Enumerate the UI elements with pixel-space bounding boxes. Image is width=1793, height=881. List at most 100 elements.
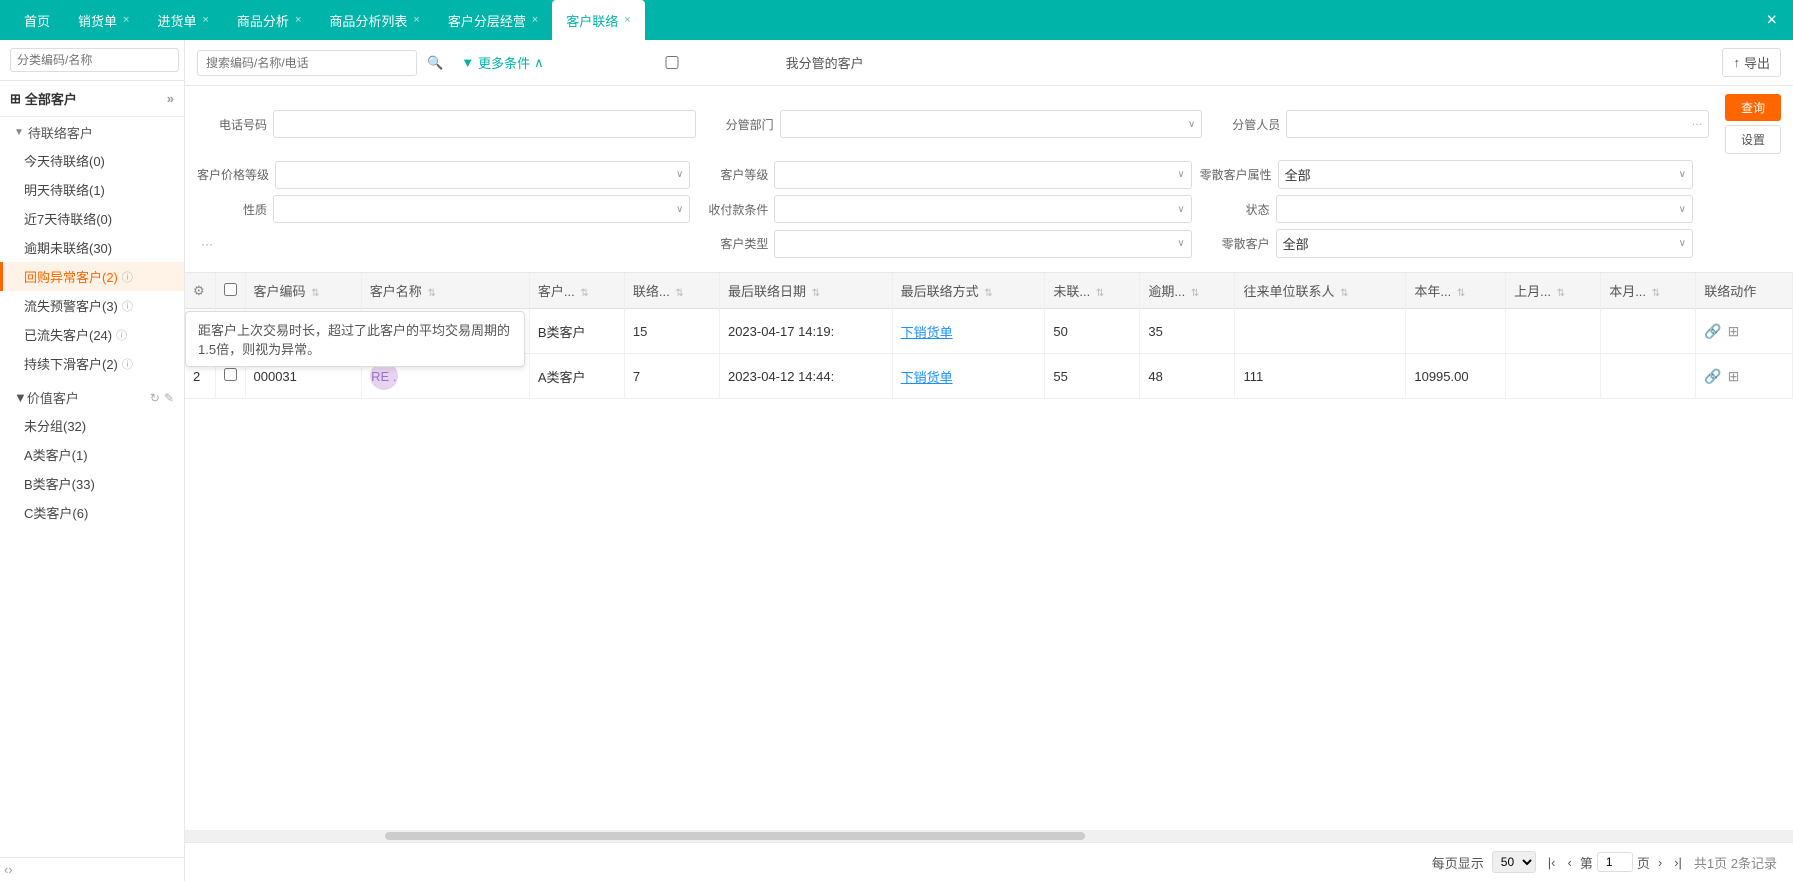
nav-sales-order[interactable]: 销货单 × — [64, 0, 143, 40]
close-purchase-order-icon[interactable]: × — [202, 14, 208, 26]
sidebar-item-b-class[interactable]: B类客户(33) — [0, 469, 184, 498]
nav-product-analysis-list[interactable]: 商品分析列表 × — [315, 0, 433, 40]
sidebar-group-value-customers[interactable]: ▼ 价值客户 ↻ ✎ — [0, 382, 184, 411]
sidebar-all-customers-header[interactable]: ⊞ 全部客户 » — [0, 81, 184, 117]
value-group-refresh-icon[interactable]: ↻ — [150, 391, 160, 405]
table-settings-icon[interactable]: ⚙ — [193, 283, 205, 298]
more-conditions-button[interactable]: ▼ 更多条件 ∧ — [453, 49, 551, 76]
phone-input[interactable] — [273, 110, 696, 138]
sidebar-item-tomorrow-pending[interactable]: 明天待联络(1) — [0, 175, 184, 204]
sidebar-item-unclassified[interactable]: 未分组(32) — [0, 411, 184, 440]
search-button-icon[interactable]: 🔍 — [427, 55, 443, 71]
next-page-button[interactable]: › — [1654, 853, 1666, 872]
search-input[interactable] — [197, 50, 417, 76]
repurchase-abnormal-info-icon[interactable]: ⓘ — [122, 269, 133, 285]
row2-grid-icon[interactable]: ⊞ — [1728, 368, 1740, 385]
sidebar-right-nav-button[interactable]: › — [8, 862, 12, 877]
row1-grid-icon[interactable]: ⊞ — [1728, 323, 1740, 340]
sidebar: 🔍 ⊞ 全部客户 » ▼ 待联络客户 今天待联络(0) 明天待联络(1) 近7天… — [0, 40, 185, 881]
filter-cell-status: 状态 ∨ — [1200, 195, 1693, 223]
row1-last-method: 下销货单 — [892, 309, 1045, 354]
filter-actions: 查询 设置 — [1725, 94, 1781, 154]
scrollbar-thumb[interactable] — [385, 832, 1085, 840]
sort-last-method-icon[interactable]: ⇅ — [984, 288, 992, 299]
sort-unread-icon[interactable]: ⇅ — [1096, 288, 1104, 299]
nav-product-analysis[interactable]: 商品分析 × — [223, 0, 315, 40]
more-filters-dots[interactable]: ··· — [201, 237, 213, 251]
sort-last-date-icon[interactable]: ⇅ — [812, 288, 820, 299]
sidebar-item-c-class[interactable]: C类客户(6) — [0, 498, 184, 527]
sort-contacts-icon[interactable]: ⇅ — [1340, 288, 1348, 299]
per-page-select[interactable]: 50 — [1492, 851, 1536, 873]
nav-purchase-order[interactable]: 进货单 × — [143, 0, 222, 40]
manager-input[interactable]: ··· — [1286, 110, 1709, 138]
payment-select[interactable]: ∨ — [774, 195, 1191, 223]
row2-link-icon[interactable]: 🔗 — [1704, 368, 1721, 385]
nav-customer-tier[interactable]: 客户分层经营 × — [434, 0, 552, 40]
sort-this-month-icon[interactable]: ⇅ — [1652, 288, 1660, 299]
filter-icon: ▼ — [461, 55, 474, 70]
retail-attr-select[interactable]: 全部 ∨ — [1278, 160, 1693, 189]
row1-link-icon[interactable]: 🔗 — [1704, 323, 1721, 340]
prev-page-button[interactable]: ‹ — [1563, 853, 1575, 872]
select-all-checkbox[interactable] — [224, 283, 237, 296]
col-last-month: 上月... ⇅ — [1506, 273, 1601, 309]
sort-contact-count-icon[interactable]: ⇅ — [675, 288, 683, 299]
sort-code-icon[interactable]: ⇅ — [311, 288, 319, 299]
customer-level-select[interactable]: ∨ — [774, 161, 1191, 189]
price-level-select[interactable]: ∨ — [275, 161, 690, 189]
declining-info-icon[interactable]: ⓘ — [122, 356, 133, 372]
row2-select-checkbox[interactable] — [224, 368, 237, 381]
horizontal-scrollbar[interactable] — [185, 830, 1793, 842]
first-page-button[interactable]: |‹ — [1544, 853, 1560, 872]
customer-type-select[interactable]: ∨ — [774, 230, 1191, 258]
retail-customer-select[interactable]: 全部 ∨ — [1276, 229, 1693, 258]
page-number-input[interactable] — [1597, 852, 1633, 872]
col-last-method: 最后联络方式 ⇅ — [892, 273, 1045, 309]
sidebar-collapse-icon[interactable]: » — [167, 91, 174, 106]
status-select[interactable]: ∨ — [1276, 195, 1693, 223]
close-product-analysis-icon[interactable]: × — [295, 14, 301, 26]
nav-customer-contact[interactable]: 客户联络 × — [552, 0, 644, 40]
close-sales-order-icon[interactable]: × — [123, 14, 129, 26]
row1-last-method-link[interactable]: 下销货单 — [901, 325, 953, 340]
sidebar-item-7day-pending[interactable]: 近7天待联络(0) — [0, 204, 184, 233]
sort-type-icon[interactable]: ⇅ — [580, 288, 588, 299]
sort-overdue-icon[interactable]: ⇅ — [1191, 288, 1199, 299]
sidebar-item-churned[interactable]: 已流失客户(24) ⓘ — [0, 320, 184, 349]
customer-level-chevron-icon: ∨ — [1177, 169, 1184, 180]
sidebar-item-overdue-pending[interactable]: 逾期未联络(30) — [0, 233, 184, 262]
row2-last-method-link[interactable]: 下销货单 — [901, 370, 953, 385]
query-button[interactable]: 查询 — [1725, 94, 1781, 121]
sort-year-sales-icon[interactable]: ⇅ — [1457, 288, 1465, 299]
settings-button[interactable]: 设置 — [1725, 125, 1781, 154]
sort-name-icon[interactable]: ⇅ — [427, 288, 435, 299]
sidebar-search-input[interactable] — [10, 48, 179, 72]
row2-last-date: 2023-04-12 14:44: — [719, 354, 892, 399]
close-customer-contact-icon[interactable]: × — [624, 14, 630, 26]
sidebar-group-pending-contact[interactable]: ▼ 待联络客户 — [0, 117, 184, 146]
department-chevron-icon: ∨ — [1188, 119, 1195, 130]
close-product-analysis-list-icon[interactable]: × — [413, 14, 419, 26]
filter-cell-payment: 收付款条件 ∨ — [698, 195, 1191, 223]
sidebar-item-churn-warning[interactable]: 流失预警客户(3) ⓘ — [0, 291, 184, 320]
export-button[interactable]: ↑ 导出 — [1722, 48, 1781, 77]
department-select[interactable]: ∨ — [780, 110, 1203, 138]
row2-last-month — [1506, 354, 1601, 399]
sidebar-item-a-class[interactable]: A类客户(1) — [0, 440, 184, 469]
churned-info-icon[interactable]: ⓘ — [116, 327, 127, 343]
close-all-tabs-button[interactable]: × — [1766, 10, 1777, 31]
main-layout: 🔍 ⊞ 全部客户 » ▼ 待联络客户 今天待联络(0) 明天待联络(1) 近7天… — [0, 40, 1793, 881]
sort-last-month-icon[interactable]: ⇅ — [1557, 288, 1565, 299]
sidebar-item-declining[interactable]: 持续下滑客户(2) ⓘ — [0, 349, 184, 378]
sidebar-item-repurchase-abnormal[interactable]: 回购异常客户(2) ⓘ — [0, 262, 184, 291]
row2-contacts: 111 — [1235, 354, 1406, 399]
nature-select[interactable]: ∨ — [273, 195, 690, 223]
nav-home[interactable]: 首页 — [10, 0, 64, 40]
last-page-button[interactable]: ›| — [1670, 853, 1686, 872]
my-customer-checkbox[interactable] — [562, 56, 782, 69]
churn-warning-info-icon[interactable]: ⓘ — [122, 298, 133, 314]
sidebar-item-today-pending[interactable]: 今天待联络(0) — [0, 146, 184, 175]
value-group-edit-icon[interactable]: ✎ — [164, 391, 174, 405]
close-customer-tier-icon[interactable]: × — [532, 14, 538, 26]
